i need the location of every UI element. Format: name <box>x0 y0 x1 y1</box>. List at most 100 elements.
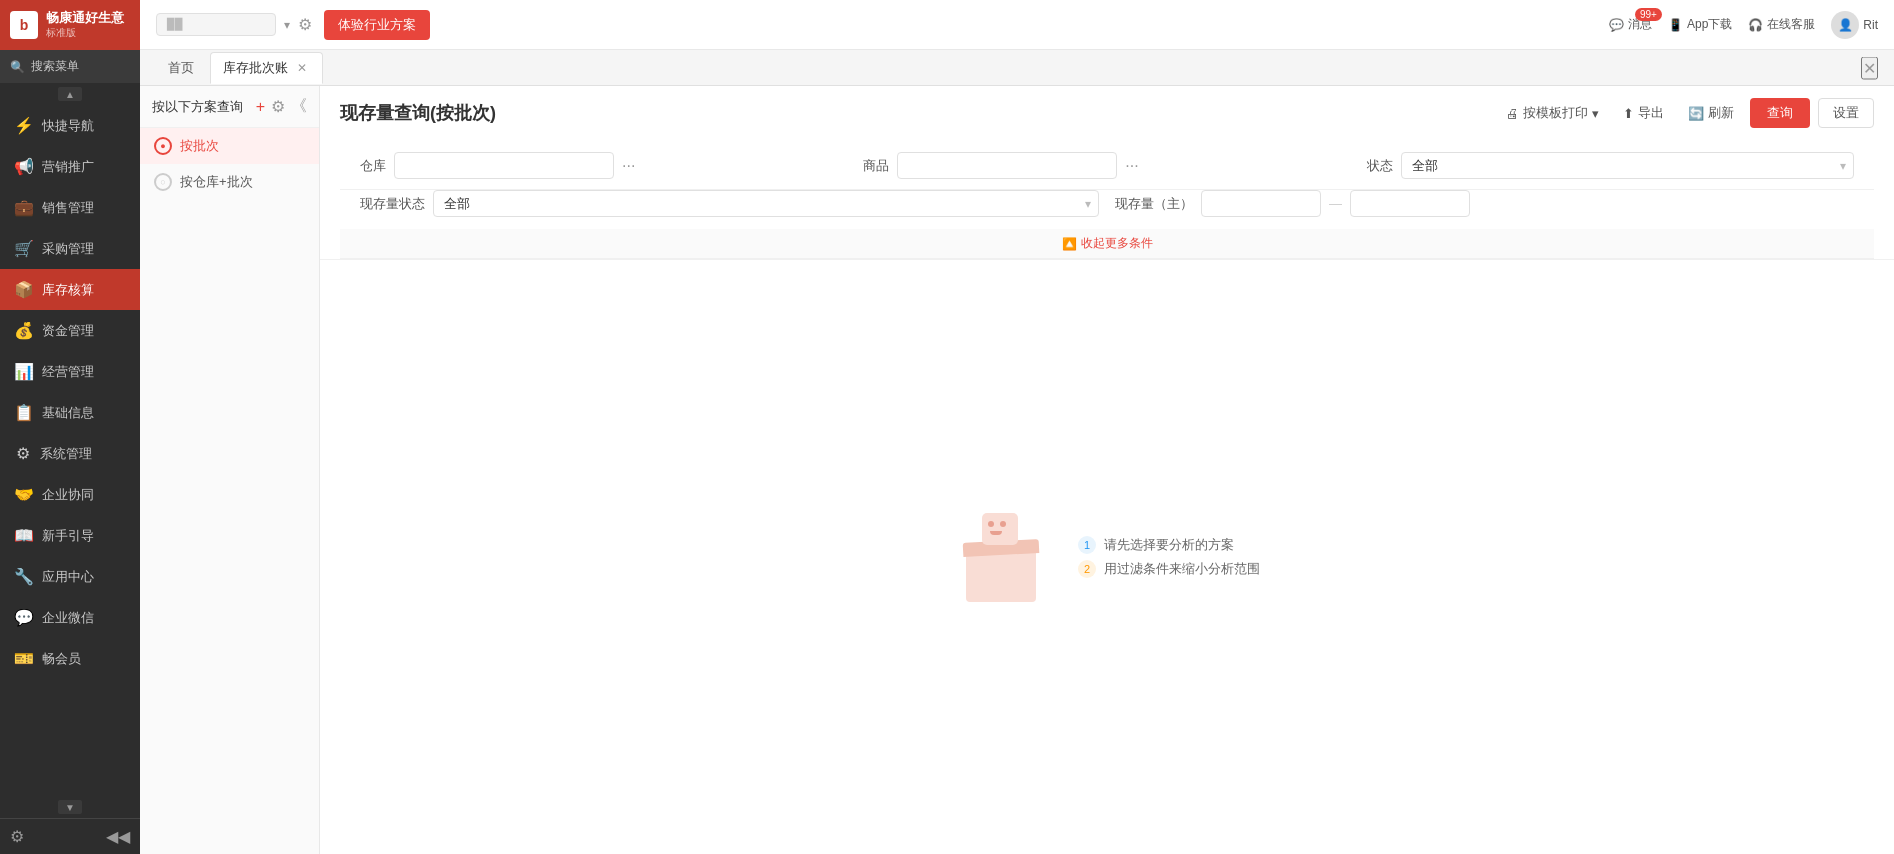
topbar-search-box[interactable]: ▉▉ <box>156 13 276 36</box>
scheme-item-warehouse-batch[interactable]: ○ 按仓库+批次 <box>140 164 319 200</box>
print-template-button[interactable]: 🖨 按模板打印 ▾ <box>1498 100 1607 126</box>
app-title-block: 畅康通好生意 标准版 <box>46 10 130 40</box>
filter-panel-header: 按以下方案查询 + ⚙ 《 <box>140 86 319 128</box>
setting-button[interactable]: 设置 <box>1818 98 1874 128</box>
stock-status-select-wrap: 全部 ▾ <box>433 190 1099 217</box>
sidebar-scroll-down[interactable]: ▼ <box>0 796 140 818</box>
sidebar-item-inventory[interactable]: 📦 库存核算 <box>0 269 140 310</box>
system-icon: ⚙ <box>14 444 32 463</box>
tab-home-label: 首页 <box>168 59 194 77</box>
apps-icon: 🔧 <box>14 567 34 586</box>
sidebar-item-sales[interactable]: 💼 销售管理 <box>0 187 140 228</box>
scheme-label-warehouse-batch: 按仓库+批次 <box>180 173 253 191</box>
empty-step-2: 2 用过滤条件来缩小分析范围 <box>1078 560 1260 578</box>
finance-icon: 💰 <box>14 321 34 340</box>
stock-qty-min-input[interactable] <box>1201 190 1321 217</box>
status-select[interactable]: 全部 正常 停用 <box>1401 152 1854 179</box>
sidebar-item-marketing[interactable]: 📢 营销推广 <box>0 146 140 187</box>
filter-panel-title: 按以下方案查询 <box>152 98 250 116</box>
topbar: ▉▉ ▾ ⚙ 体验行业方案 💬 消息 99+ 📱 App下载 🎧 在线客服 👤 <box>140 0 1894 50</box>
sidebar-item-system[interactable]: ⚙ 系统管理 <box>0 433 140 474</box>
message-button[interactable]: 💬 消息 99+ <box>1609 16 1652 33</box>
marketing-icon: 📢 <box>14 157 34 176</box>
scheme-item-batch[interactable]: ● 按批次 <box>140 128 319 164</box>
print-chevron-icon: ▾ <box>1592 106 1599 121</box>
tabbar-close-right-button[interactable]: ✕ <box>1861 56 1878 79</box>
topbar-gear-icon[interactable]: ⚙ <box>298 15 312 34</box>
sidebar-item-purchase[interactable]: 🛒 采购管理 <box>0 228 140 269</box>
stock-qty-max-input[interactable] <box>1350 190 1470 217</box>
product-label: 商品 <box>863 157 889 175</box>
sidebar-item-collab[interactable]: 🤝 企业协同 <box>0 474 140 515</box>
scroll-up-button[interactable]: ▲ <box>58 87 82 101</box>
topbar-chevron-icon[interactable]: ▾ <box>284 18 290 32</box>
topbar-search-area: ▉▉ ▾ ⚙ <box>156 13 312 36</box>
warehouse-input[interactable] <box>394 152 614 179</box>
scroll-down-button[interactable]: ▼ <box>58 800 82 814</box>
filter-row-2: 现存量状态 全部 ▾ 现存量（主） — <box>340 190 1874 229</box>
sales-icon: 💼 <box>14 198 34 217</box>
page-title: 现存量查询(按批次) <box>340 101 496 125</box>
product-input[interactable] <box>897 152 1117 179</box>
trial-button[interactable]: 体验行业方案 <box>324 10 430 40</box>
refresh-button[interactable]: 🔄 刷新 <box>1680 100 1742 126</box>
step-2-number: 2 <box>1078 560 1096 578</box>
collapse-sidebar-button[interactable]: ◀◀ <box>106 827 130 846</box>
main-area: ▉▉ ▾ ⚙ 体验行业方案 💬 消息 99+ 📱 App下载 🎧 在线客服 👤 <box>140 0 1894 854</box>
product-dots[interactable]: ··· <box>1125 157 1138 175</box>
user-profile-button[interactable]: 👤 Rit <box>1831 11 1878 39</box>
sidebar-scroll-up[interactable]: ▲ <box>0 83 140 105</box>
stock-status-select[interactable]: 全部 <box>433 190 1099 217</box>
tab-home[interactable]: 首页 <box>156 53 206 83</box>
collapse-bar[interactable]: 🔼 收起更多条件 <box>340 229 1874 259</box>
sidebar-item-guide[interactable]: 📖 新手引导 <box>0 515 140 556</box>
quick-nav-label: 快捷导航 <box>42 117 94 135</box>
sidebar-search[interactable]: 🔍 搜索菜单 <box>0 50 140 83</box>
content-area: 现存量查询(按批次) 🖨 按模板打印 ▾ ⬆ 导出 🔄 <box>320 86 1894 854</box>
search-label: 搜索菜单 <box>31 58 79 75</box>
app-download-button[interactable]: 📱 App下载 <box>1668 16 1732 33</box>
stock-qty-label: 现存量（主） <box>1115 195 1193 213</box>
empty-text: 1 请先选择要分析的方案 2 用过滤条件来缩小分析范围 <box>1078 536 1260 578</box>
wechat-label: 企业微信 <box>42 609 94 627</box>
service-icon: 🎧 <box>1748 18 1763 32</box>
finance-label: 资金管理 <box>42 322 94 340</box>
avatar: 👤 <box>1831 11 1859 39</box>
app-logo: b <box>10 11 38 39</box>
stock-qty-group: 现存量（主） — <box>1115 190 1854 217</box>
sidebar-item-apps[interactable]: 🔧 应用中心 <box>0 556 140 597</box>
app-subtitle: 标准版 <box>46 26 130 40</box>
print-icon: 🖨 <box>1506 106 1519 121</box>
online-service-button[interactable]: 🎧 在线客服 <box>1748 16 1815 33</box>
basic-label: 基础信息 <box>42 404 94 422</box>
page-header: 现存量查询(按批次) 🖨 按模板打印 ▾ ⬆ 导出 🔄 <box>320 86 1894 260</box>
guide-icon: 📖 <box>14 526 34 545</box>
purchase-label: 采购管理 <box>42 240 94 258</box>
topbar-right: 💬 消息 99+ 📱 App下载 🎧 在线客服 👤 Rit <box>1609 11 1878 39</box>
system-label: 系统管理 <box>40 445 92 463</box>
member-label: 畅会员 <box>42 650 81 668</box>
add-scheme-button[interactable]: + <box>256 99 265 115</box>
collab-icon: 🤝 <box>14 485 34 504</box>
export-label: 导出 <box>1638 104 1664 122</box>
filter-panel-collapse-button[interactable]: 《 <box>291 96 307 117</box>
quick-nav-icon: ⚡ <box>14 116 34 135</box>
search-icon: 🔍 <box>10 60 25 74</box>
status-label: 状态 <box>1367 157 1393 175</box>
sidebar-item-finance[interactable]: 💰 资金管理 <box>0 310 140 351</box>
tab-close-icon[interactable]: ✕ <box>294 60 310 76</box>
sidebar-item-basic[interactable]: 📋 基础信息 <box>0 392 140 433</box>
sidebar-item-member[interactable]: 🎫 畅会员 <box>0 638 140 679</box>
export-button[interactable]: ⬆ 导出 <box>1615 100 1672 126</box>
sidebar: b 畅康通好生意 标准版 🔍 搜索菜单 ▲ ⚡ 快捷导航 📢 营销推广 💼 销售… <box>0 0 140 854</box>
sidebar-item-ops[interactable]: 📊 经营管理 <box>0 351 140 392</box>
scheme-gear-button[interactable]: ⚙ <box>271 99 285 115</box>
app-title: 畅康通好生意 <box>46 10 130 26</box>
warehouse-dots[interactable]: ··· <box>622 157 635 175</box>
tab-inventory-batch[interactable]: 库存批次账 ✕ <box>210 52 323 84</box>
sidebar-item-wechat[interactable]: 💬 企业微信 <box>0 597 140 638</box>
query-button[interactable]: 查询 <box>1750 98 1810 128</box>
sidebar-item-quick-nav[interactable]: ⚡ 快捷导航 <box>0 105 140 146</box>
online-service-label: 在线客服 <box>1767 16 1815 33</box>
settings-button[interactable]: ⚙ <box>10 827 24 846</box>
